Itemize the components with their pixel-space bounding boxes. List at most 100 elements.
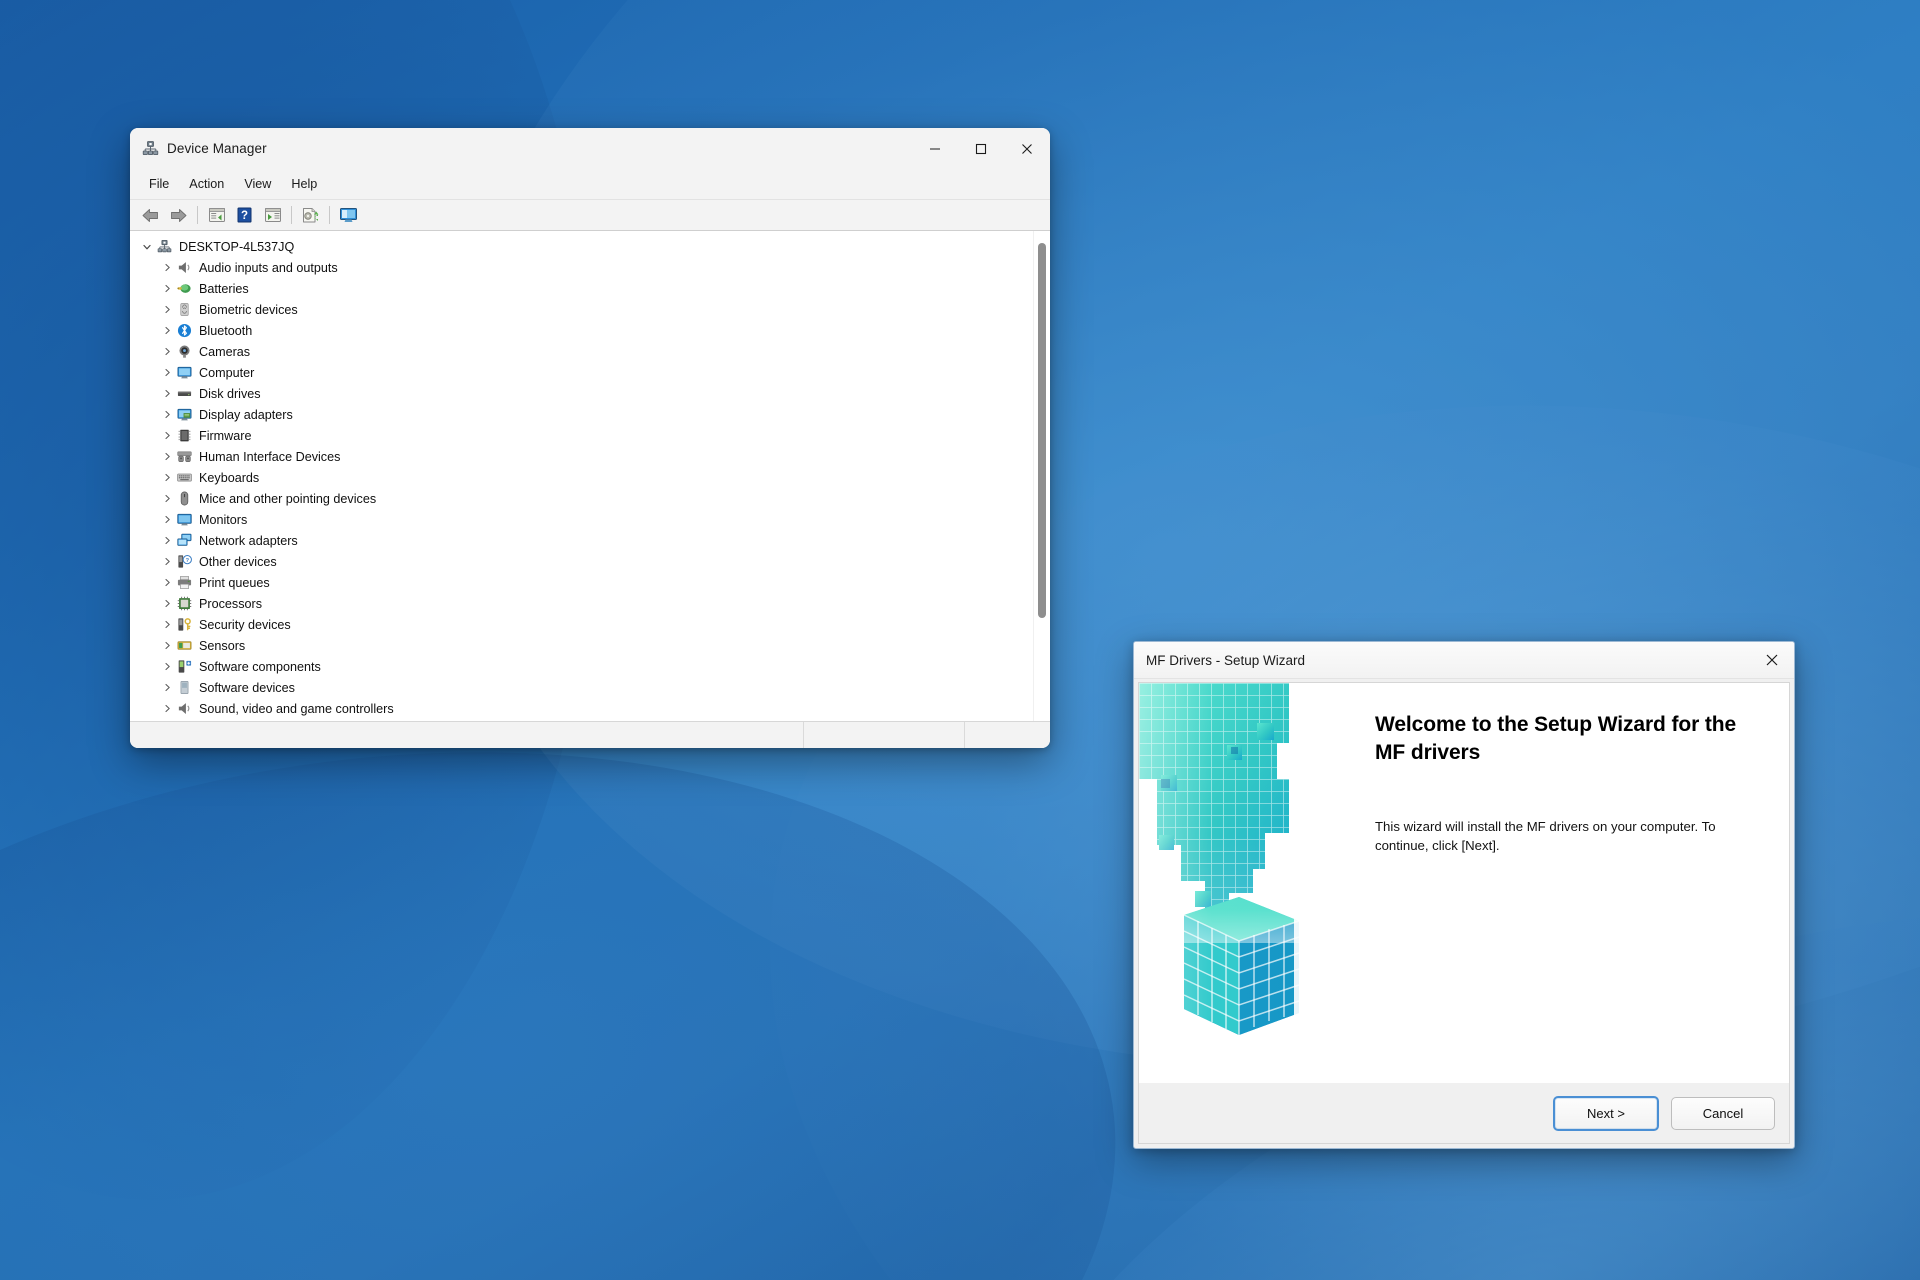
wizard-close-button[interactable] <box>1750 643 1794 678</box>
show-hidden-devices-button[interactable] <box>335 203 362 227</box>
device-tree-panel: DESKTOP-4L537JQ Audio inputs and outputs <box>130 231 1050 722</box>
network-adapter-icon <box>176 533 192 549</box>
device-manager-titlebar[interactable]: Device Manager <box>130 128 1050 169</box>
tree-item-software-devices[interactable]: Software devices <box>130 677 1033 698</box>
chevron-right-icon[interactable] <box>158 637 176 655</box>
maximize-button[interactable] <box>958 128 1004 169</box>
tree-item-label: Computer <box>199 365 255 380</box>
tree-item-audio-inputs-and-outputs[interactable]: Audio inputs and outputs <box>130 257 1033 278</box>
chevron-right-icon[interactable] <box>158 364 176 382</box>
status-pane-tertiary <box>965 722 1050 748</box>
chevron-right-icon[interactable] <box>158 469 176 487</box>
chevron-right-icon[interactable] <box>158 616 176 634</box>
security-key-icon <box>176 617 192 633</box>
toolbar-separator-2 <box>291 206 292 224</box>
chevron-right-icon[interactable] <box>158 259 176 277</box>
tree-item-label: Sound, video and game controllers <box>199 701 394 716</box>
device-manager-window: Device Manager File Action View Help ? D… <box>130 128 1050 748</box>
scan-hardware-button[interactable] <box>259 203 286 227</box>
tree-scrollbar[interactable] <box>1033 231 1050 721</box>
scrollbar-thumb[interactable] <box>1038 243 1046 618</box>
chevron-right-icon[interactable] <box>158 511 176 529</box>
help-button[interactable]: ? <box>231 203 258 227</box>
chevron-right-icon[interactable] <box>158 679 176 697</box>
chevron-right-icon[interactable] <box>158 406 176 424</box>
tree-item-monitors[interactable]: Monitors <box>130 509 1033 530</box>
tree-item-batteries[interactable]: Batteries <box>130 278 1033 299</box>
wallpaper-shape-3 <box>0 659 1176 1280</box>
wizard-title: MF Drivers - Setup Wizard <box>1146 652 1306 668</box>
chevron-down-icon[interactable] <box>138 238 156 256</box>
tree-item-firmware[interactable]: Firmware <box>130 425 1033 446</box>
tree-item-label: Print queues <box>199 575 270 590</box>
chevron-right-icon[interactable] <box>158 532 176 550</box>
cancel-button[interactable]: Cancel <box>1671 1096 1775 1130</box>
tree-item-label: Security devices <box>199 617 291 632</box>
wizard-titlebar[interactable]: MF Drivers - Setup Wizard <box>1134 642 1794 679</box>
tree-item-sensors[interactable]: Sensors <box>130 635 1033 656</box>
tree-item-processors[interactable]: Processors <box>130 593 1033 614</box>
properties-button[interactable] <box>203 203 230 227</box>
tree-item-cameras[interactable]: Cameras <box>130 341 1033 362</box>
tree-item-bluetooth[interactable]: Bluetooth <box>130 320 1033 341</box>
tree-item-label: Biometric devices <box>199 302 298 317</box>
disk-drive-icon <box>176 386 192 402</box>
chevron-right-icon[interactable] <box>158 280 176 298</box>
keyboard-icon <box>176 470 192 486</box>
fingerprint-icon <box>176 302 192 318</box>
tree-item-display-adapters[interactable]: Display adapters <box>130 404 1033 425</box>
update-driver-button[interactable] <box>297 203 324 227</box>
tree-root-node[interactable]: DESKTOP-4L537JQ <box>130 236 1033 257</box>
tree-item-disk-drives[interactable]: Disk drives <box>130 383 1033 404</box>
close-button[interactable] <box>1004 128 1050 169</box>
setup-wizard-dialog: MF Drivers - Setup Wizard Welcome to the… <box>1133 641 1795 1149</box>
tree-item-mice-and-other-pointing-devices[interactable]: Mice and other pointing devices <box>130 488 1033 509</box>
chevron-right-icon[interactable] <box>158 658 176 676</box>
window-controls <box>912 128 1050 169</box>
tree-item-keyboards[interactable]: Keyboards <box>130 467 1033 488</box>
computer-root-icon <box>156 239 172 255</box>
sound-controller-icon <box>176 701 192 717</box>
speaker-icon <box>176 260 192 276</box>
chevron-right-icon[interactable] <box>158 301 176 319</box>
chevron-right-icon[interactable] <box>158 322 176 340</box>
forward-button[interactable] <box>165 203 192 227</box>
chevron-right-icon[interactable] <box>158 595 176 613</box>
tree-item-biometric-devices[interactable]: Biometric devices <box>130 299 1033 320</box>
tree-item-other-devices[interactable]: ? Other devices <box>130 551 1033 572</box>
tree-item-label: Other devices <box>199 554 277 569</box>
menu-view[interactable]: View <box>235 174 280 194</box>
tree-item-print-queues[interactable]: Print queues <box>130 572 1033 593</box>
chevron-right-icon[interactable] <box>158 427 176 445</box>
chevron-right-icon[interactable] <box>158 448 176 466</box>
tree-item-network-adapters[interactable]: Network adapters <box>130 530 1033 551</box>
chevron-right-icon[interactable] <box>158 490 176 508</box>
desktop-background: Device Manager File Action View Help ? D… <box>0 0 1920 1280</box>
tree-item-label: Bluetooth <box>199 323 253 338</box>
menu-help[interactable]: Help <box>282 174 326 194</box>
toolbar: ? <box>130 200 1050 231</box>
menu-action[interactable]: Action <box>180 174 233 194</box>
tree-item-human-interface-devices[interactable]: Human Interface Devices <box>130 446 1033 467</box>
next-button[interactable]: Next > <box>1553 1095 1659 1131</box>
tree-item-security-devices[interactable]: Security devices <box>130 614 1033 635</box>
toolbar-separator-1 <box>197 206 198 224</box>
tree-item-computer[interactable]: Computer <box>130 362 1033 383</box>
chevron-right-icon[interactable] <box>158 385 176 403</box>
tree-item-software-components[interactable]: Software components <box>130 656 1033 677</box>
chevron-right-icon[interactable] <box>158 553 176 571</box>
chevron-right-icon[interactable] <box>158 574 176 592</box>
back-button[interactable] <box>137 203 164 227</box>
tree-item-sound-video-and-game-controllers[interactable]: Sound, video and game controllers <box>130 698 1033 719</box>
tree-item-label: Display adapters <box>199 407 293 422</box>
wizard-content: Welcome to the Setup Wizard for the MF d… <box>1138 682 1790 1083</box>
wizard-footer: Next > Cancel <box>1138 1083 1790 1144</box>
chevron-right-icon[interactable] <box>158 343 176 361</box>
menu-file[interactable]: File <box>140 174 178 194</box>
tree-item-label: Keyboards <box>199 470 260 485</box>
chevron-right-icon[interactable] <box>158 700 176 718</box>
tree-item-label: Human Interface Devices <box>199 449 341 464</box>
printer-icon <box>176 575 192 591</box>
minimize-button[interactable] <box>912 128 958 169</box>
teal-cube-grid-graphic <box>1139 683 1347 1083</box>
